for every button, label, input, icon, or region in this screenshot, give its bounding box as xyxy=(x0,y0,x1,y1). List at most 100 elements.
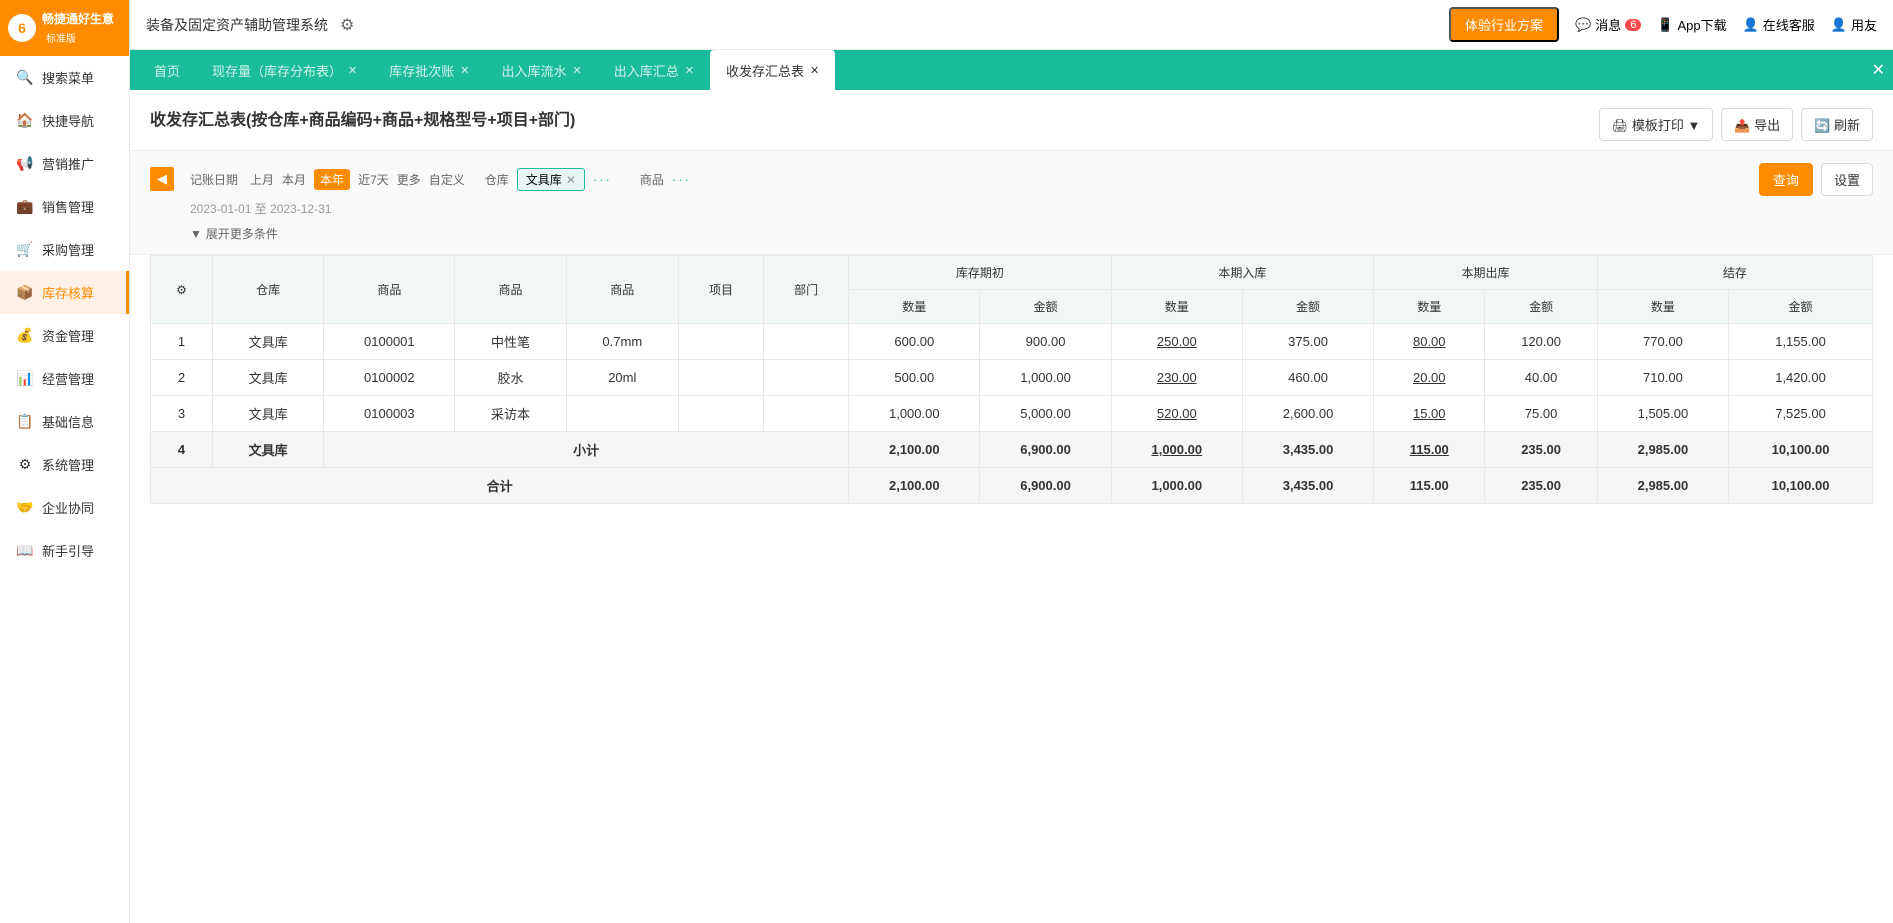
subtotal-in-qty[interactable]: 1,000.00 xyxy=(1111,432,1242,468)
online-service-button[interactable]: 👤 在线客服 xyxy=(1743,15,1815,34)
sidebar-item-label: 经营管理 xyxy=(42,369,94,388)
th-department: 部门 xyxy=(764,256,849,324)
sidebar-item-quick-nav[interactable]: 🏠 快捷导航 xyxy=(0,99,129,142)
topbar-settings-icon[interactable]: ⚙ xyxy=(340,15,354,35)
cell-in-qty[interactable]: 250.00 xyxy=(1111,324,1242,360)
date-range-display: 2023-01-01 至 2023-12-31 xyxy=(190,200,1873,217)
sidebar-item-label: 采购管理 xyxy=(42,240,94,259)
cell-in-amount: 375.00 xyxy=(1242,324,1373,360)
cell-product-spec: 20ml xyxy=(566,360,678,396)
tab-batch[interactable]: 库存批次账 ✕ xyxy=(373,50,485,90)
tab-batch-label: 库存批次账 xyxy=(389,61,454,80)
subtotal-out-qty[interactable]: 115.00 xyxy=(1374,432,1485,468)
cell-opening-amount: 5,000.00 xyxy=(980,396,1111,432)
cell-out-qty[interactable]: 80.00 xyxy=(1374,324,1485,360)
sidebar-item-sales[interactable]: 💼 销售管理 xyxy=(0,185,129,228)
online-service-label: 在线客服 xyxy=(1763,15,1815,34)
tab-inout-flow[interactable]: 出入库流水 ✕ xyxy=(485,50,597,90)
sidebar-item-guide[interactable]: 📖 新手引导 xyxy=(0,529,129,572)
th-in-amount: 金额 xyxy=(1242,290,1373,324)
sidebar-item-inventory[interactable]: 📦 库存核算 xyxy=(0,271,129,314)
date-btn-this-month[interactable]: 本月 xyxy=(282,171,306,188)
cell-balance-amount: 7,525.00 xyxy=(1729,396,1873,432)
cell-product-code: 0100002 xyxy=(324,360,455,396)
date-btn-custom[interactable]: 自定义 xyxy=(429,171,465,188)
tab-inventory-dist-close[interactable]: ✕ xyxy=(348,64,357,77)
tab-recv-summary[interactable]: 收发存汇总表 ✕ xyxy=(710,50,835,90)
sidebar-item-marketing[interactable]: 📢 营销推广 xyxy=(0,142,129,185)
tab-inout-summary-close[interactable]: ✕ xyxy=(685,64,694,77)
message-badge: 6 xyxy=(1625,19,1641,31)
tab-inout-summary-label: 出入库汇总 xyxy=(614,61,679,80)
tab-inout-summary[interactable]: 出入库汇总 ✕ xyxy=(598,50,710,90)
th-settings[interactable]: ⚙ xyxy=(151,256,213,324)
sidebar-item-label: 销售管理 xyxy=(42,197,94,216)
expand-conditions-btn[interactable]: ▼ 展开更多条件 xyxy=(190,225,1873,242)
message-button[interactable]: 💬 消息 6 xyxy=(1575,15,1641,34)
export-button[interactable]: 📤 导出 xyxy=(1721,108,1793,141)
cell-in-qty[interactable]: 520.00 xyxy=(1111,396,1242,432)
user-label: 用友 xyxy=(1851,15,1877,34)
th-warehouse: 仓库 xyxy=(213,256,324,324)
system-icon: ⚙ xyxy=(16,456,34,474)
sidebar-item-label: 资金管理 xyxy=(42,326,94,345)
sidebar-item-search[interactable]: 🔍 搜索菜单 xyxy=(0,56,129,99)
logo-title: 畅捷通好生意 xyxy=(42,10,114,27)
th-balance-amount: 金额 xyxy=(1729,290,1873,324)
th-opening-group: 库存期初 xyxy=(849,256,1112,290)
marketing-icon: 📢 xyxy=(16,155,34,173)
date-label: 记账日期 xyxy=(190,171,238,188)
page-actions: 🖨 模板打印 ▼ 📤 导出 🔄 刷新 xyxy=(1599,108,1873,141)
tab-inventory-dist[interactable]: 现存量（库存分布表） ✕ xyxy=(196,50,373,90)
th-product-code: 商品 xyxy=(324,256,455,324)
date-btn-more[interactable]: 更多 xyxy=(397,171,421,188)
cell-out-qty[interactable]: 20.00 xyxy=(1374,360,1485,396)
th-opening-qty: 数量 xyxy=(849,290,980,324)
sidebar-item-label: 搜索菜单 xyxy=(42,68,94,87)
sidebar-item-purchase[interactable]: 🛒 采购管理 xyxy=(0,228,129,271)
cell-opening-amount: 900.00 xyxy=(980,324,1111,360)
filter-toggle[interactable]: ◀ xyxy=(150,167,174,191)
subtotal-row: 4 文具库 小计 2,100.00 6,900.00 1,000.00 3,43… xyxy=(151,432,1873,468)
cell-out-amount: 120.00 xyxy=(1485,324,1597,360)
sidebar-item-finance[interactable]: 💰 资金管理 xyxy=(0,314,129,357)
tab-batch-close[interactable]: ✕ xyxy=(460,64,469,77)
refresh-button[interactable]: 🔄 刷新 xyxy=(1801,108,1873,141)
cell-product-name: 胶水 xyxy=(455,360,566,396)
date-btn-this-year[interactable]: 本年 xyxy=(314,169,350,190)
close-all-tabs[interactable]: ✕ xyxy=(1872,60,1885,80)
tab-recv-summary-close[interactable]: ✕ xyxy=(810,64,819,77)
print-button[interactable]: 🖨 模板打印 ▼ xyxy=(1599,108,1714,141)
sidebar-item-system[interactable]: ⚙ 系统管理 xyxy=(0,443,129,486)
date-btn-last-month[interactable]: 上月 xyxy=(250,171,274,188)
message-icon: 💬 xyxy=(1575,17,1591,33)
subtotal-out-amount: 235.00 xyxy=(1485,432,1597,468)
date-btn-7days[interactable]: 近7天 xyxy=(358,171,389,188)
trial-button[interactable]: 体验行业方案 xyxy=(1449,7,1559,42)
cell-out-qty[interactable]: 15.00 xyxy=(1374,396,1485,432)
user-button[interactable]: 👤 用友 xyxy=(1831,15,1877,34)
th-balance-group: 结存 xyxy=(1597,256,1872,290)
cell-in-qty[interactable]: 230.00 xyxy=(1111,360,1242,396)
cell-product-code: 0100001 xyxy=(324,324,455,360)
cell-balance-qty: 710.00 xyxy=(1597,360,1728,396)
product-dots[interactable]: ··· xyxy=(672,172,691,187)
warehouse-tag-close[interactable]: ✕ xyxy=(566,173,576,187)
tab-home[interactable]: 首页 xyxy=(138,50,196,90)
basic-icon: 📋 xyxy=(16,413,34,431)
query-button[interactable]: 查询 xyxy=(1759,163,1813,196)
topbar-left: 装备及固定资产辅助管理系统 ⚙ xyxy=(146,15,354,35)
cell-out-amount: 40.00 xyxy=(1485,360,1597,396)
th-product-name: 商品 xyxy=(455,256,566,324)
app-download-button[interactable]: 📱 App下载 xyxy=(1657,15,1726,34)
warehouse-dots[interactable]: ··· xyxy=(593,172,612,187)
sidebar-item-operation[interactable]: 📊 经营管理 xyxy=(0,357,129,400)
sidebar-item-basic[interactable]: 📋 基础信息 xyxy=(0,400,129,443)
page-title: 收发存汇总表(按仓库+商品编码+商品+规格型号+项目+部门) xyxy=(150,106,575,130)
settings-button[interactable]: 设置 xyxy=(1821,163,1873,196)
topbar-right: 体验行业方案 💬 消息 6 📱 App下载 👤 在线客服 👤 用友 xyxy=(1449,7,1877,42)
subtotal-in-amount: 3,435.00 xyxy=(1242,432,1373,468)
tab-inout-flow-close[interactable]: ✕ xyxy=(573,64,582,77)
th-project: 项目 xyxy=(678,256,763,324)
sidebar-item-collab[interactable]: 🤝 企业协同 xyxy=(0,486,129,529)
